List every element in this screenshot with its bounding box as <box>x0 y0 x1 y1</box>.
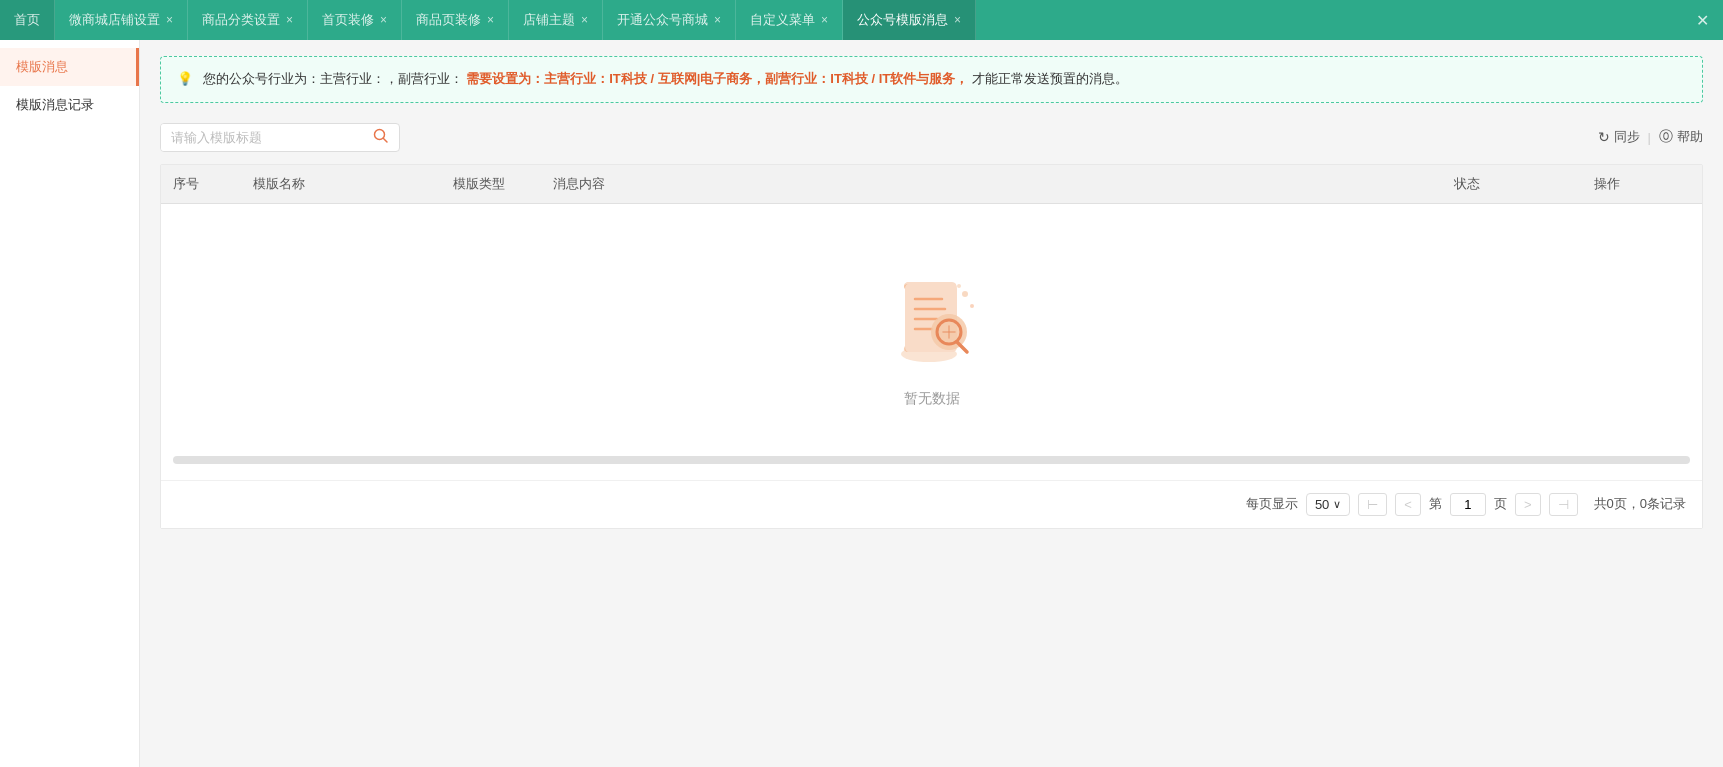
pagination-bar: 每页显示 50 ∨ ⊢ < 第 页 > ⊣ 共0页，0条记录 <box>161 480 1702 528</box>
first-page-button[interactable]: ⊢ <box>1358 493 1387 516</box>
content-area: 💡 您的公众号行业为：主营行业：，副营行业： 需要设置为：主营行业：IT科技 /… <box>140 40 1723 767</box>
next-page-button[interactable]: > <box>1515 493 1541 516</box>
data-table: 序号 模版名称 模版类型 消息内容 <box>161 165 1702 448</box>
empty-illustration <box>877 264 987 374</box>
tab-home-decoration-close[interactable]: × <box>380 14 387 26</box>
tab-product-decoration-close[interactable]: × <box>487 14 494 26</box>
search-actions: ↻ 同步 | ⓪ 帮助 <box>1598 128 1703 146</box>
search-bar: ↻ 同步 | ⓪ 帮助 <box>160 123 1703 152</box>
sidebar-item-template-message-label: 模版消息 <box>16 59 68 74</box>
per-page-value: 50 <box>1315 497 1329 512</box>
col-header-status: 状态 <box>1442 165 1582 204</box>
tab-home-label: 首页 <box>14 11 40 29</box>
search-input[interactable] <box>161 124 363 151</box>
notice-text-prefix: 您的公众号行业为：主营行业：，副营行业： <box>203 71 463 86</box>
tab-open-mall[interactable]: 开通公众号商城 × <box>603 0 736 40</box>
notice-text-suffix: 才能正常发送预置的消息。 <box>972 71 1128 86</box>
empty-state-row: 暂无数据 <box>161 203 1702 448</box>
tab-template-msg-label: 公众号模版消息 <box>857 11 948 29</box>
tab-store-theme-label: 店铺主题 <box>523 11 575 29</box>
tab-bar-close-all[interactable]: ✕ <box>1682 11 1723 30</box>
page-prefix-label: 第 <box>1429 495 1442 513</box>
help-button[interactable]: ⓪ 帮助 <box>1659 128 1703 146</box>
empty-state-cell: 暂无数据 <box>161 203 1702 448</box>
tab-store-theme-close[interactable]: × <box>581 14 588 26</box>
help-icon: ⓪ <box>1659 128 1673 146</box>
help-label: 帮助 <box>1677 128 1703 146</box>
main-layout: 模版消息 模版消息记录 💡 您的公众号行业为：主营行业：，副营行业： 需要设置为… <box>0 40 1723 767</box>
sidebar-item-template-message[interactable]: 模版消息 <box>0 48 139 86</box>
tab-home-decoration[interactable]: 首页装修 × <box>308 0 402 40</box>
tab-template-msg[interactable]: 公众号模版消息 × <box>843 0 976 40</box>
per-page-label: 每页显示 <box>1246 495 1298 513</box>
search-button[interactable] <box>363 128 399 147</box>
tab-product-decoration[interactable]: 商品页装修 × <box>402 0 509 40</box>
svg-point-12 <box>962 291 968 297</box>
svg-line-1 <box>384 138 388 142</box>
notice-highlight: 需要设置为：主营行业：IT科技 / 互联网|电子商务，副营行业：IT科技 / I… <box>466 71 968 86</box>
empty-state: 暂无数据 <box>161 204 1702 448</box>
tab-custom-menu-close[interactable]: × <box>821 14 828 26</box>
tab-custom-menu-label: 自定义菜单 <box>750 11 815 29</box>
last-page-button[interactable]: ⊣ <box>1549 493 1578 516</box>
tab-open-mall-label: 开通公众号商城 <box>617 11 708 29</box>
tab-store-theme[interactable]: 店铺主题 × <box>509 0 603 40</box>
sync-button[interactable]: ↻ 同步 <box>1598 128 1640 146</box>
col-header-type: 模版类型 <box>441 165 541 204</box>
col-header-action: 操作 <box>1582 165 1702 204</box>
sync-label: 同步 <box>1614 128 1640 146</box>
action-divider: | <box>1648 130 1651 145</box>
tab-custom-menu[interactable]: 自定义菜单 × <box>736 0 843 40</box>
tab-product-decoration-label: 商品页装修 <box>416 11 481 29</box>
search-field-wrapper <box>160 123 400 152</box>
sidebar: 模版消息 模版消息记录 <box>0 40 140 767</box>
page-number-input[interactable] <box>1450 493 1486 516</box>
sidebar-item-template-record-label: 模版消息记录 <box>16 97 94 112</box>
notice-box: 💡 您的公众号行业为：主营行业：，副营行业： 需要设置为：主营行业：IT科技 /… <box>160 56 1703 103</box>
col-header-name: 模版名称 <box>241 165 441 204</box>
col-header-content: 消息内容 <box>541 165 1442 204</box>
tab-category-close[interactable]: × <box>286 14 293 26</box>
svg-point-13 <box>970 304 974 308</box>
table-header: 序号 模版名称 模版类型 消息内容 <box>161 165 1702 204</box>
empty-text: 暂无数据 <box>904 390 960 408</box>
tab-shop-settings-label: 微商城店铺设置 <box>69 11 160 29</box>
table-header-row: 序号 模版名称 模版类型 消息内容 <box>161 165 1702 204</box>
tab-shop-settings[interactable]: 微商城店铺设置 × <box>55 0 188 40</box>
col-header-seq: 序号 <box>161 165 241 204</box>
tab-open-mall-close[interactable]: × <box>714 14 721 26</box>
horizontal-scrollbar[interactable] <box>173 456 1690 464</box>
tab-category-settings-label: 商品分类设置 <box>202 11 280 29</box>
table-scroll-area[interactable]: 序号 模版名称 模版类型 消息内容 <box>161 165 1702 480</box>
table-body: 暂无数据 <box>161 203 1702 448</box>
sync-icon: ↻ <box>1598 129 1610 145</box>
tab-home-decoration-label: 首页装修 <box>322 11 374 29</box>
search-icon <box>373 128 389 144</box>
tab-bar: 首页 微商城店铺设置 × 商品分类设置 × 首页装修 × 商品页装修 × 店铺主… <box>0 0 1723 40</box>
data-table-wrapper: 序号 模版名称 模版类型 消息内容 <box>160 164 1703 529</box>
tab-template-msg-close[interactable]: × <box>954 14 961 26</box>
sidebar-item-template-record[interactable]: 模版消息记录 <box>0 86 139 124</box>
prev-page-button[interactable]: < <box>1395 493 1421 516</box>
page-unit-label: 页 <box>1494 495 1507 513</box>
per-page-chevron-icon: ∨ <box>1333 498 1341 511</box>
svg-point-14 <box>957 284 961 288</box>
per-page-select[interactable]: 50 ∨ <box>1306 493 1350 516</box>
tab-shop-settings-close[interactable]: × <box>166 14 173 26</box>
tab-home[interactable]: 首页 <box>0 0 55 40</box>
total-info: 共0页，0条记录 <box>1594 495 1686 513</box>
tab-category-settings[interactable]: 商品分类设置 × <box>188 0 308 40</box>
notice-icon: 💡 <box>177 71 193 86</box>
